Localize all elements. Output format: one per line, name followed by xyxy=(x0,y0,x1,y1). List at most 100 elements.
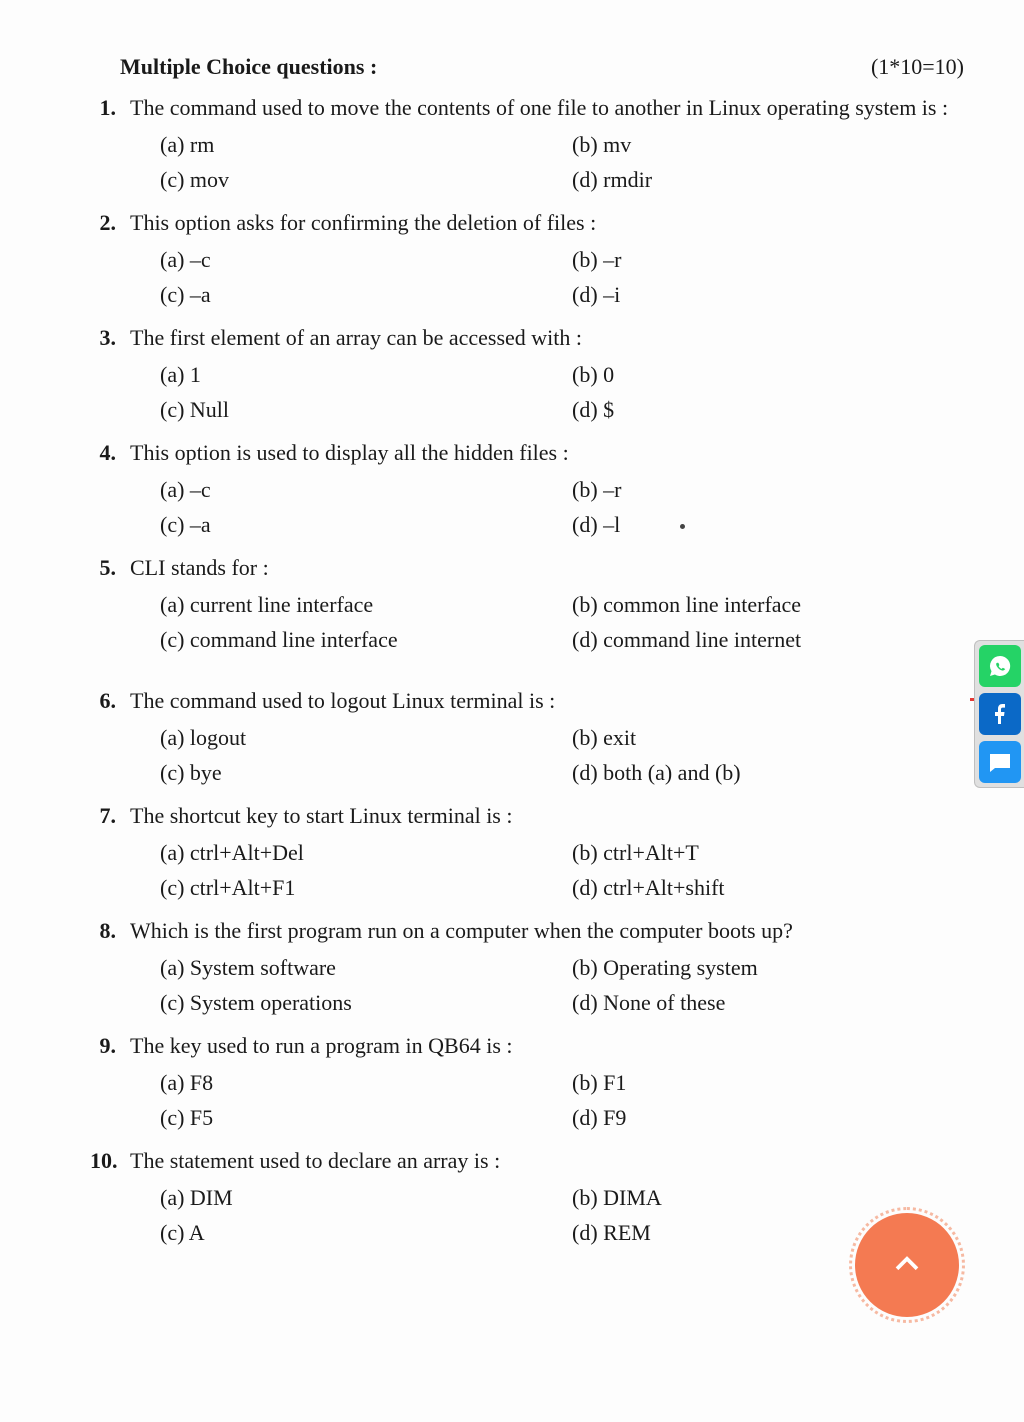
chevron-up-icon xyxy=(892,1250,922,1280)
question: 5.CLI stands for : (a) current line inter… xyxy=(90,551,964,656)
question: 8.Which is the first program run on a co… xyxy=(90,914,964,1019)
options-grid: (a) System software(b) Operating system(… xyxy=(160,951,964,1019)
section-header: Multiple Choice questions : (1*10=10) xyxy=(90,50,964,83)
question-text: The command used to logout Linux termina… xyxy=(130,684,964,717)
option: (b) exit xyxy=(572,721,964,754)
question-row: 4.This option is used to display all the… xyxy=(90,436,964,469)
option: (d) $ xyxy=(572,393,964,426)
question: 6.The command used to logout Linux termi… xyxy=(90,684,964,789)
options-grid: (a) rm (b) mv (c) mov (d) rmdir xyxy=(160,128,964,196)
options-grid: (a) –c (b) –r (c) –a (d) –i xyxy=(160,243,964,311)
question-row: 3.The first element of an array can be a… xyxy=(90,321,964,354)
question-text: The first element of an array can be acc… xyxy=(130,321,964,354)
options-grid: (a) –c (b) –r (c) –a (d) –l xyxy=(160,473,964,541)
question: 1.The command used to move the contents … xyxy=(90,91,964,196)
option: (c) F5 xyxy=(160,1101,552,1134)
question-text: This option asks for confirming the dele… xyxy=(130,206,964,239)
question-text: Which is the first program run on a comp… xyxy=(130,914,964,947)
question: 3.The first element of an array can be a… xyxy=(90,321,964,426)
question-text: The shortcut key to start Linux terminal… xyxy=(130,799,964,832)
question: 2.This option asks for confirming the de… xyxy=(90,206,964,311)
option: (a) logout xyxy=(160,721,552,754)
option: (c) mov xyxy=(160,163,552,196)
facebook-icon xyxy=(988,702,1012,726)
question: 10.The statement used to declare an arra… xyxy=(90,1144,964,1249)
question-text: The command used to move the contents of… xyxy=(130,91,964,124)
bullet-dot xyxy=(680,524,685,529)
option: (b) common line interface xyxy=(572,588,964,621)
question-number: 5. xyxy=(90,551,130,584)
option: (b) 0 xyxy=(572,358,964,391)
option: (d) ctrl+Alt+shift xyxy=(572,871,964,904)
question: 9.The key used to run a program in QB64 … xyxy=(90,1029,964,1134)
option: (b) –r xyxy=(572,473,964,506)
option: (a) ctrl+Alt+Del xyxy=(160,836,552,869)
option: (c) command line interface xyxy=(160,623,552,656)
question-number: 3. xyxy=(90,321,130,354)
question-number: 7. xyxy=(90,799,130,832)
scroll-top-button[interactable] xyxy=(855,1213,959,1317)
options-grid: (a) F8(b) F1(c) F5(d) F9 xyxy=(160,1066,964,1134)
question-text: This option is used to display all the h… xyxy=(130,436,964,469)
option: (a) F8 xyxy=(160,1066,552,1099)
messenger-button[interactable] xyxy=(979,741,1021,783)
options-grid: (a) current line interface (b) common lin… xyxy=(160,588,964,656)
question-number: 6. xyxy=(90,684,130,717)
options-grid: (a) ctrl+Alt+Del (b) ctrl+Alt+T (c) ctrl+A… xyxy=(160,836,964,904)
question-number: 4. xyxy=(90,436,130,469)
whatsapp-button[interactable] xyxy=(979,645,1021,687)
option: (a) rm xyxy=(160,128,552,161)
option: (c) bye xyxy=(160,756,552,789)
question-number: 8. xyxy=(90,914,130,947)
question-number: 1. xyxy=(90,91,130,124)
question-list: 1.The command used to move the contents … xyxy=(90,91,964,1249)
option: (a) current line interface xyxy=(160,588,552,621)
option: (b) –r xyxy=(572,243,964,276)
question-row: 8.Which is the first program run on a co… xyxy=(90,914,964,947)
option: (b) ctrl+Alt+T xyxy=(572,836,964,869)
question-row: 6.The command used to logout Linux termi… xyxy=(90,684,964,717)
option: (d) rmdir xyxy=(572,163,964,196)
question: 7.The shortcut key to start Linux termin… xyxy=(90,799,964,904)
question-row: 2.This option asks for confirming the de… xyxy=(90,206,964,239)
question-number: 10. xyxy=(90,1144,130,1177)
option: (a) –c xyxy=(160,473,552,506)
option: (b) DIMA xyxy=(572,1181,964,1214)
option: (d) command line internet xyxy=(572,623,964,656)
option: (d) None of these xyxy=(572,986,964,1019)
option: (a) 1 xyxy=(160,358,552,391)
question-number: 2. xyxy=(90,206,130,239)
question-text: CLI stands for : xyxy=(130,551,964,584)
option: (b) mv xyxy=(572,128,964,161)
facebook-button[interactable] xyxy=(979,693,1021,735)
option: (d) –i xyxy=(572,278,964,311)
options-grid: (a) logout (b) exit (c) bye (d) both (a) an… xyxy=(160,721,964,789)
question-text: The statement used to declare an array i… xyxy=(130,1144,964,1177)
option: (b) Operating system xyxy=(572,951,964,984)
question-number: 9. xyxy=(90,1029,130,1062)
option: (c) –a xyxy=(160,508,552,541)
option: (b) F1 xyxy=(572,1066,964,1099)
option: (a) –c xyxy=(160,243,552,276)
option: (d) both (a) and (b) xyxy=(572,756,964,789)
option: (c) A xyxy=(160,1216,552,1249)
options-grid: (a) 1 (b) 0 (c) Null (d) $ xyxy=(160,358,964,426)
question-text: The key used to run a program in QB64 is… xyxy=(130,1029,964,1062)
whatsapp-icon xyxy=(988,654,1012,678)
option: (c) ctrl+Alt+F1 xyxy=(160,871,552,904)
options-grid: (a) DIM(b) DIMA(c) A(d) REM xyxy=(160,1181,964,1249)
option: (c) System operations xyxy=(160,986,552,1019)
section-title: Multiple Choice questions : xyxy=(120,50,377,83)
question-row: 1.The command used to move the contents … xyxy=(90,91,964,124)
question-row: 9.The key used to run a program in QB64 … xyxy=(90,1029,964,1062)
option: (d) –l xyxy=(572,508,964,541)
option: (a) DIM xyxy=(160,1181,552,1214)
option: (c) –a xyxy=(160,278,552,311)
messenger-icon xyxy=(988,750,1012,774)
option: (c) Null xyxy=(160,393,552,426)
question-row: 10.The statement used to declare an arra… xyxy=(90,1144,964,1177)
share-toolbar xyxy=(974,640,1024,788)
question-row: 7.The shortcut key to start Linux termin… xyxy=(90,799,964,832)
section-marks: (1*10=10) xyxy=(871,50,964,83)
question-row: 5.CLI stands for : xyxy=(90,551,964,584)
